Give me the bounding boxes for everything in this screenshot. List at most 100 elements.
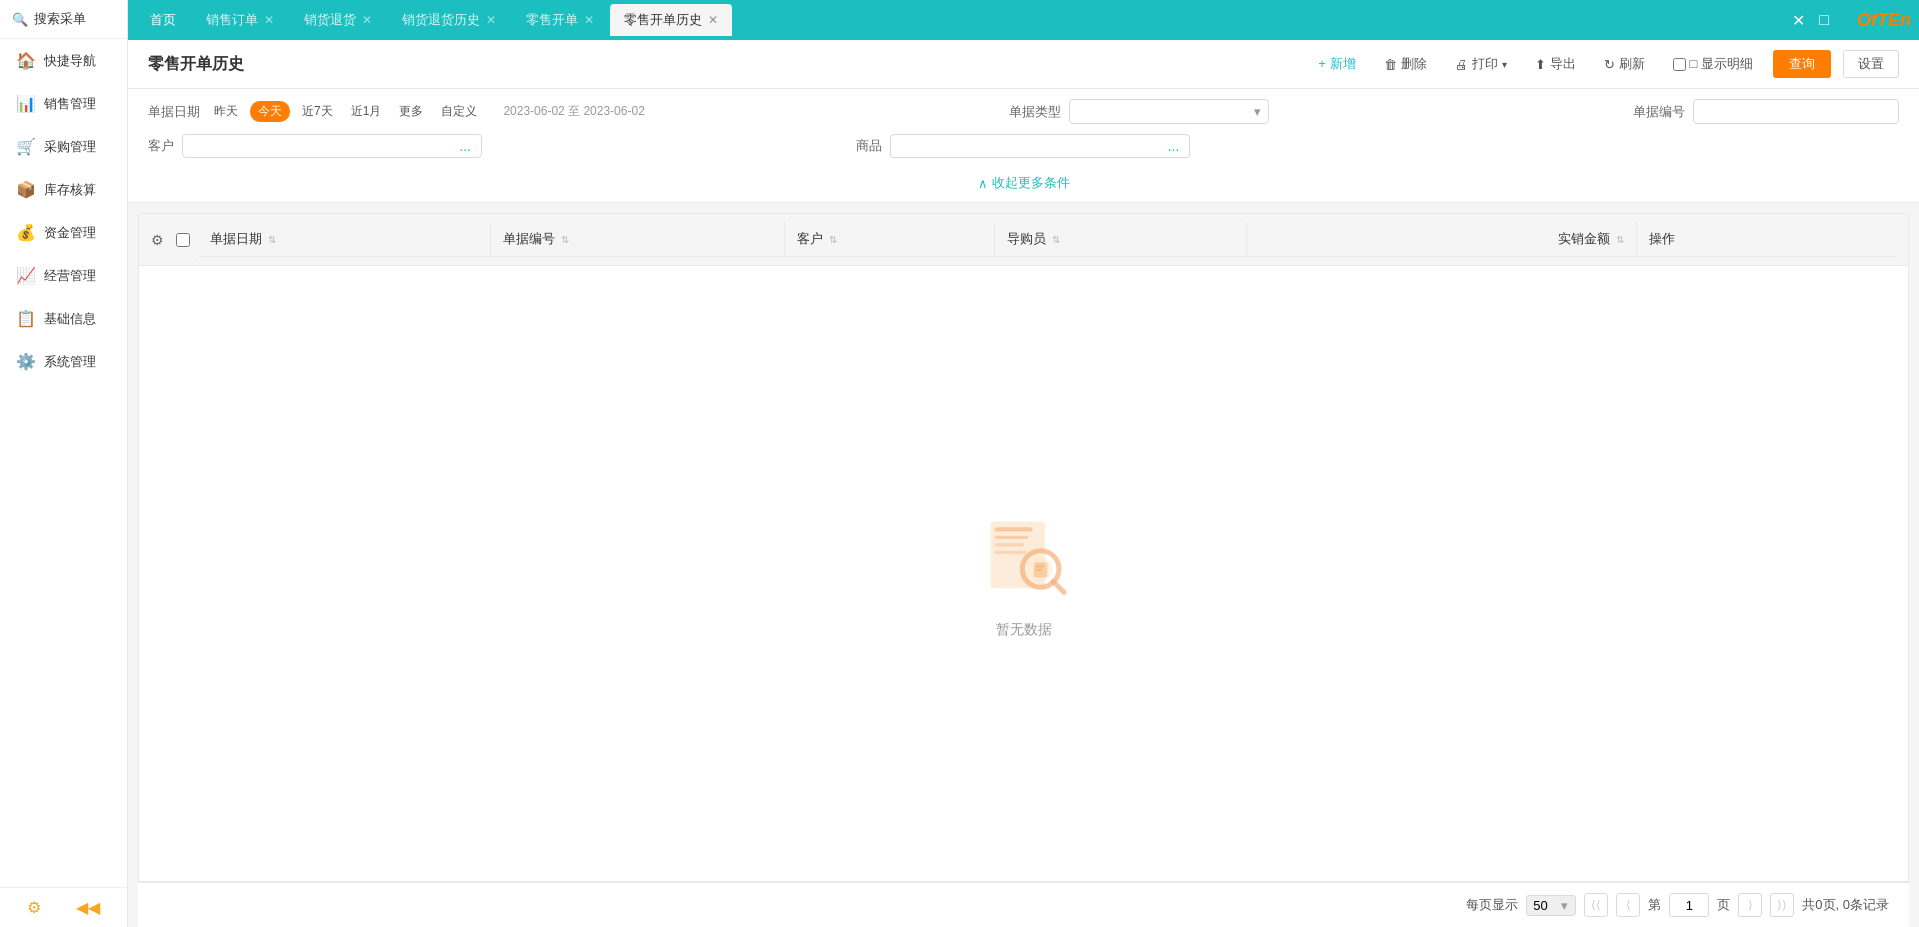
- last-page-btn[interactable]: ⟩⟩: [1770, 893, 1794, 917]
- add-button[interactable]: + 新增: [1310, 51, 1363, 77]
- first-page-btn[interactable]: ⟨⟨: [1584, 893, 1608, 917]
- tab-sales-order-close[interactable]: ✕: [264, 13, 274, 27]
- tab-sales-order-label: 销售订单: [206, 11, 258, 29]
- order-no-group: 单据编号: [1633, 99, 1899, 124]
- sidebar-item-purchase-mgmt[interactable]: 🛒 采购管理: [0, 125, 127, 168]
- filter-row-1: 单据日期 昨天 今天 近7天 近1月 更多 自定义 2023-06-02 至 2…: [148, 99, 1899, 124]
- empty-illustration: [974, 509, 1074, 609]
- tab-retail-open[interactable]: 零售开单 ✕: [512, 4, 608, 36]
- refresh-icon: ↻: [1604, 57, 1615, 72]
- export-button[interactable]: ⬆ 导出: [1527, 51, 1584, 77]
- per-page-select[interactable]: 10 20 50 100: [1526, 895, 1576, 916]
- window-close-btn[interactable]: ✕: [1792, 11, 1805, 30]
- goods-dots-btn[interactable]: ...: [1164, 138, 1184, 154]
- customer-filter-group: 客户 ...: [148, 134, 482, 158]
- table-header-toolbar: ⚙ 单据日期 ⇅ 单据编号 ⇅: [138, 213, 1909, 266]
- prev-page-btn[interactable]: ⟨: [1616, 893, 1640, 917]
- svg-rect-3: [994, 543, 1023, 546]
- tab-home[interactable]: 首页: [136, 4, 190, 36]
- goods-input-wrapper: ...: [890, 134, 1190, 158]
- sidebar-footer: ⚙ ◀◀: [0, 887, 127, 927]
- date-btn-more[interactable]: 更多: [393, 101, 429, 122]
- collapse-chevron-icon: ∧: [978, 176, 988, 191]
- order-no-input[interactable]: [1693, 99, 1899, 124]
- tab-sales-return-close[interactable]: ✕: [362, 13, 372, 27]
- date-btn-today[interactable]: 今天: [250, 101, 290, 122]
- sidebar-item-quick-nav[interactable]: 🏠 快捷导航: [0, 39, 127, 82]
- search-btn-label: 查询: [1789, 55, 1815, 73]
- next-page-btn[interactable]: ⟩: [1738, 893, 1762, 917]
- content-area: 零售开单历史 + 新增 🗑 删除 🖨 打印 ▾ ⬆ 导出: [128, 40, 1919, 927]
- sys-icon: ⚙️: [16, 352, 36, 371]
- tab-sales-order[interactable]: 销售订单 ✕: [192, 4, 288, 36]
- col-action: 操作: [1636, 222, 1896, 257]
- print-button[interactable]: 🖨 打印 ▾: [1447, 51, 1515, 77]
- refresh-button[interactable]: ↻ 刷新: [1596, 51, 1653, 77]
- date-filter-label: 单据日期: [148, 103, 200, 121]
- sort-customer-icon[interactable]: ⇅: [829, 234, 837, 245]
- sidebar-item-sys-mgmt[interactable]: ⚙️ 系统管理: [0, 340, 127, 383]
- setting-button[interactable]: 设置: [1843, 50, 1899, 78]
- sidebar-item-label: 资金管理: [44, 224, 96, 242]
- tab-sales-return[interactable]: 销货退货 ✕: [290, 4, 386, 36]
- window-restore-btn[interactable]: □: [1819, 11, 1829, 29]
- tabbar-right: ✕ □ OfTEn: [1792, 10, 1911, 31]
- search-button[interactable]: 查询: [1773, 50, 1831, 78]
- display-detail-checkbox[interactable]: [1673, 58, 1686, 71]
- order-type-group: 单据类型: [1009, 99, 1269, 124]
- customer-dots-btn[interactable]: ...: [455, 138, 475, 154]
- settings-footer-icon[interactable]: ⚙: [27, 898, 41, 917]
- tab-sales-return-label: 销货退货: [304, 11, 356, 29]
- sidebar-item-basic-info[interactable]: 📋 基础信息: [0, 297, 127, 340]
- sidebar-item-label: 采购管理: [44, 138, 96, 156]
- tab-retail-open-history[interactable]: 零售开单历史 ✕: [610, 4, 732, 36]
- column-settings-icon[interactable]: ⚙: [151, 232, 164, 248]
- display-detail-button[interactable]: □ 显示明细: [1665, 51, 1761, 77]
- toolbar: + 新增 🗑 删除 🖨 打印 ▾ ⬆ 导出 ↻ 刷新: [1310, 50, 1899, 78]
- sort-amount-icon[interactable]: ⇅: [1616, 234, 1624, 245]
- collapse-label: 收起更多条件: [992, 174, 1070, 192]
- tab-retail-open-history-close[interactable]: ✕: [708, 13, 718, 27]
- tab-sales-return-history-close[interactable]: ✕: [486, 13, 496, 27]
- sidebar-item-label: 经营管理: [44, 267, 96, 285]
- brand-logo: OfTEn: [1857, 10, 1911, 31]
- date-btn-last7[interactable]: 近7天: [296, 101, 339, 122]
- sort-salesperson-icon[interactable]: ⇅: [1052, 234, 1060, 245]
- customer-input[interactable]: [189, 139, 455, 154]
- date-btn-yesterday[interactable]: 昨天: [208, 101, 244, 122]
- sales-icon: 📊: [16, 94, 36, 113]
- add-label: + 新增: [1318, 55, 1355, 73]
- sidebar-nav: 🏠 快捷导航 📊 销售管理 🛒 采购管理 📦 库存核算 💰 资金管理 📈 经营管…: [0, 39, 127, 887]
- date-btn-custom[interactable]: 自定义: [435, 101, 483, 122]
- sidebar-item-label: 销售管理: [44, 95, 96, 113]
- sidebar-search[interactable]: 🔍 搜索采单: [0, 0, 127, 39]
- date-btn-last-month[interactable]: 近1月: [345, 101, 388, 122]
- page-header: 零售开单历史 + 新增 🗑 删除 🖨 打印 ▾ ⬆ 导出: [128, 40, 1919, 89]
- sort-no-icon[interactable]: ⇅: [561, 234, 569, 245]
- order-type-select[interactable]: [1069, 99, 1269, 124]
- filter-area: 单据日期 昨天 今天 近7天 近1月 更多 自定义 2023-06-02 至 2…: [128, 89, 1919, 203]
- inventory-icon: 📦: [16, 180, 36, 199]
- sidebar-item-label: 快捷导航: [44, 52, 96, 70]
- goods-label: 商品: [856, 137, 882, 155]
- tab-retail-open-label: 零售开单: [526, 11, 578, 29]
- collapse-sidebar-icon[interactable]: ◀◀: [76, 898, 100, 917]
- order-no-label: 单据编号: [1633, 103, 1685, 121]
- sidebar-item-sales-mgmt[interactable]: 📊 销售管理: [0, 82, 127, 125]
- select-all-checkbox[interactable]: [176, 233, 190, 247]
- goods-input[interactable]: [897, 139, 1163, 154]
- filter-row-2: 客户 ... 商品 ...: [148, 134, 1899, 158]
- sidebar-item-inventory[interactable]: 📦 库存核算: [0, 168, 127, 211]
- sidebar-item-finance[interactable]: 💰 资金管理: [0, 211, 127, 254]
- tab-retail-open-history-label: 零售开单历史: [624, 11, 702, 29]
- page-number-input[interactable]: [1669, 893, 1709, 917]
- tab-home-label: 首页: [150, 11, 176, 29]
- col-amount: 实销金额 ⇅: [1247, 222, 1637, 257]
- delete-button[interactable]: 🗑 删除: [1376, 51, 1435, 77]
- tab-retail-open-close[interactable]: ✕: [584, 13, 594, 27]
- tab-sales-return-history[interactable]: 销货退货历史 ✕: [388, 4, 510, 36]
- collapse-filter-btn[interactable]: ∧ 收起更多条件: [148, 168, 1899, 192]
- sidebar-item-operation[interactable]: 📈 经营管理: [0, 254, 127, 297]
- sort-date-icon[interactable]: ⇅: [268, 234, 276, 245]
- operation-icon: 📈: [16, 266, 36, 285]
